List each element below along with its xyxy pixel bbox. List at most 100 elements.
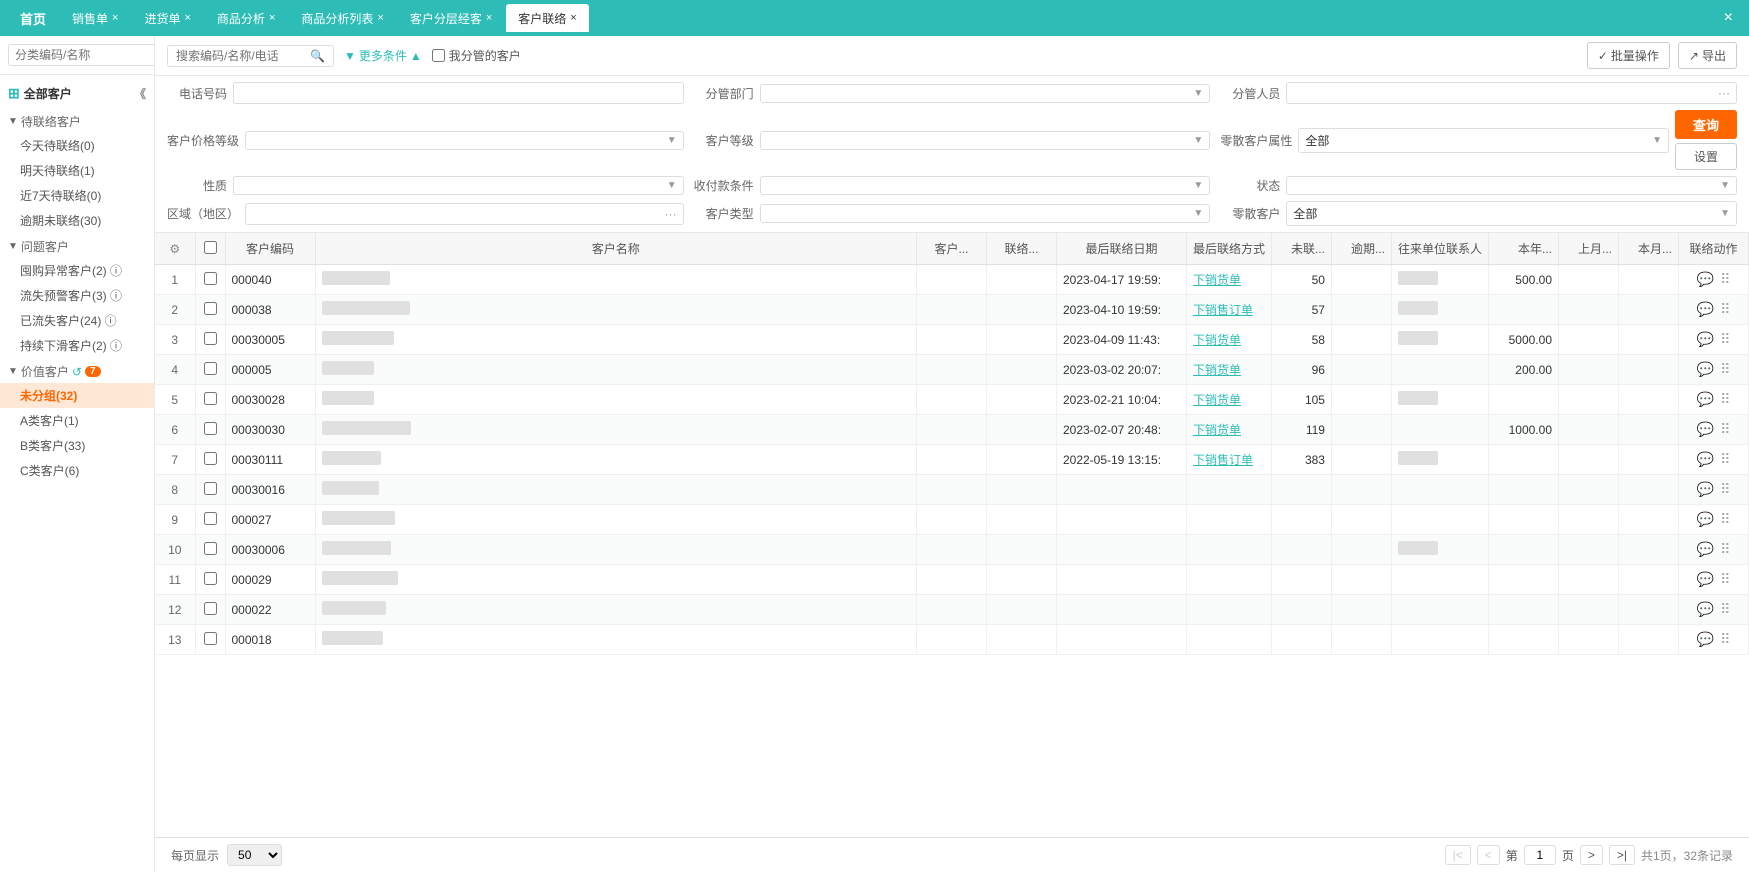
page-size-select[interactable]: 50 100 200 [227, 844, 282, 866]
prev-page-btn[interactable]: < [1477, 845, 1500, 865]
close-purchase-tab[interactable]: × [184, 12, 190, 24]
row-checkbox[interactable] [195, 565, 225, 595]
status-select[interactable]: ▼ [1286, 176, 1737, 195]
person-select[interactable]: ··· [1286, 82, 1737, 104]
chat-icon[interactable]: 💬 [1697, 511, 1714, 528]
grade-select[interactable]: ▼ [760, 131, 1211, 150]
my-customer-checkbox[interactable]: 我分管的客户 [432, 47, 521, 64]
sidebar-search-input[interactable] [8, 44, 155, 66]
row-checkbox[interactable] [195, 325, 225, 355]
next-page-btn[interactable]: > [1580, 845, 1603, 865]
refresh-icon[interactable]: ↺ [72, 365, 82, 379]
row-select[interactable] [204, 422, 217, 435]
item-today[interactable]: 今天待联络(0) [0, 133, 154, 158]
th-checkbox[interactable] [195, 233, 225, 265]
close-sales-tab[interactable]: × [112, 12, 118, 24]
more-person-btn[interactable]: ··· [1718, 86, 1730, 100]
batch-op-btn[interactable]: ✓ 批量操作 [1587, 42, 1670, 69]
close-segment-tab[interactable]: × [486, 12, 492, 24]
search-icon[interactable]: 🔍 [310, 49, 325, 63]
more-actions-icon[interactable]: ⠿ [1720, 271, 1730, 288]
chat-icon[interactable]: 💬 [1697, 331, 1714, 348]
item-classB[interactable]: B类客户(33) [0, 433, 154, 458]
phone-input[interactable] [233, 82, 684, 104]
more-actions-icon[interactable]: ⠿ [1720, 481, 1730, 498]
chat-icon[interactable]: 💬 [1697, 451, 1714, 468]
th-code[interactable]: 客户编码 [225, 233, 315, 265]
item-overdue[interactable]: 逾期未联络(30) [0, 208, 154, 233]
row-checkbox[interactable] [195, 505, 225, 535]
chat-icon[interactable]: 💬 [1697, 391, 1714, 408]
region-select[interactable]: ··· [245, 203, 684, 225]
nature-select[interactable]: ▼ [233, 176, 684, 195]
row-checkbox[interactable] [195, 385, 225, 415]
tab-customer-contact[interactable]: 客户联络 × [506, 4, 588, 32]
close-contact-tab[interactable]: × [570, 12, 576, 24]
last-method-link[interactable]: 下销售订单 [1193, 303, 1253, 317]
section-problem[interactable]: ▼ 问题客户 [0, 233, 154, 258]
row-select[interactable] [204, 272, 217, 285]
item-abnormal[interactable]: 囤购异常客户(2) ⓘ [0, 258, 154, 283]
more-actions-icon[interactable]: ⠿ [1720, 541, 1730, 558]
price-grade-select[interactable]: ▼ [245, 131, 684, 150]
more-region-btn[interactable]: ··· [665, 207, 677, 221]
more-actions-icon[interactable]: ⠿ [1720, 391, 1730, 408]
row-checkbox[interactable] [195, 295, 225, 325]
chat-icon[interactable]: 💬 [1697, 301, 1714, 318]
row-select[interactable] [204, 452, 217, 465]
payment-select[interactable]: ▼ [760, 176, 1211, 195]
th-gear[interactable]: ⚙ [155, 233, 195, 265]
tab-sales[interactable]: 销售单 × [60, 4, 130, 32]
reset-btn[interactable]: 设置 [1675, 143, 1737, 170]
select-all-checkbox[interactable] [204, 241, 217, 254]
row-select[interactable] [204, 392, 217, 405]
th-name[interactable]: 客户名称 [315, 233, 916, 265]
export-btn[interactable]: ↗ 导出 [1678, 42, 1737, 69]
gear-icon[interactable]: ⚙ [169, 242, 180, 256]
item-ungroup[interactable]: 未分组(32) [0, 383, 154, 408]
chat-icon[interactable]: 💬 [1697, 601, 1714, 618]
first-page-btn[interactable]: |< [1445, 845, 1471, 865]
row-checkbox[interactable] [195, 445, 225, 475]
row-checkbox[interactable] [195, 415, 225, 445]
item-declining[interactable]: 持续下滑客户(2) ⓘ [0, 333, 154, 358]
chat-icon[interactable]: 💬 [1697, 421, 1714, 438]
retail-attr-select[interactable]: 全部 ▼ [1298, 128, 1669, 153]
last-method-link[interactable]: 下销售订单 [1193, 453, 1253, 467]
more-actions-icon[interactable]: ⠿ [1720, 331, 1730, 348]
item-churn-warning[interactable]: 流失预警客户(3) ⓘ [0, 283, 154, 308]
chat-icon[interactable]: 💬 [1697, 361, 1714, 378]
row-checkbox[interactable] [195, 535, 225, 565]
more-actions-icon[interactable]: ⠿ [1720, 451, 1730, 468]
row-checkbox[interactable] [195, 595, 225, 625]
more-actions-icon[interactable]: ⠿ [1720, 511, 1730, 528]
chat-icon[interactable]: 💬 [1697, 631, 1714, 648]
last-method-link[interactable]: 下销货单 [1193, 333, 1241, 347]
section-pending[interactable]: ▼ 待联络客户 [0, 108, 154, 133]
last-method-link[interactable]: 下销货单 [1193, 423, 1241, 437]
row-select[interactable] [204, 362, 217, 375]
more-filter-btn[interactable]: ▼ 更多条件 ▲ [344, 47, 422, 64]
chat-icon[interactable]: 💬 [1697, 271, 1714, 288]
item-7days[interactable]: 近7天待联络(0) [0, 183, 154, 208]
row-checkbox[interactable] [195, 355, 225, 385]
more-actions-icon[interactable]: ⠿ [1720, 571, 1730, 588]
tab-purchase[interactable]: 进货单 × [132, 4, 202, 32]
dept-select[interactable]: ▼ [760, 84, 1211, 103]
more-actions-icon[interactable]: ⠿ [1720, 601, 1730, 618]
more-actions-icon[interactable]: ⠿ [1720, 421, 1730, 438]
row-checkbox[interactable] [195, 475, 225, 505]
row-checkbox[interactable] [195, 625, 225, 655]
item-classA[interactable]: A类客户(1) [0, 408, 154, 433]
row-checkbox[interactable] [195, 265, 225, 295]
more-actions-icon[interactable]: ⠿ [1720, 301, 1730, 318]
row-select[interactable] [204, 542, 217, 555]
retail-select[interactable]: 全部 ▼ [1286, 201, 1737, 226]
row-select[interactable] [204, 572, 217, 585]
last-method-link[interactable]: 下销货单 [1193, 393, 1241, 407]
row-select[interactable] [204, 632, 217, 645]
row-select[interactable] [204, 332, 217, 345]
more-actions-icon[interactable]: ⠿ [1720, 361, 1730, 378]
close-goods-list-tab[interactable]: × [377, 12, 383, 24]
tab-home[interactable]: 首页 [8, 4, 58, 32]
